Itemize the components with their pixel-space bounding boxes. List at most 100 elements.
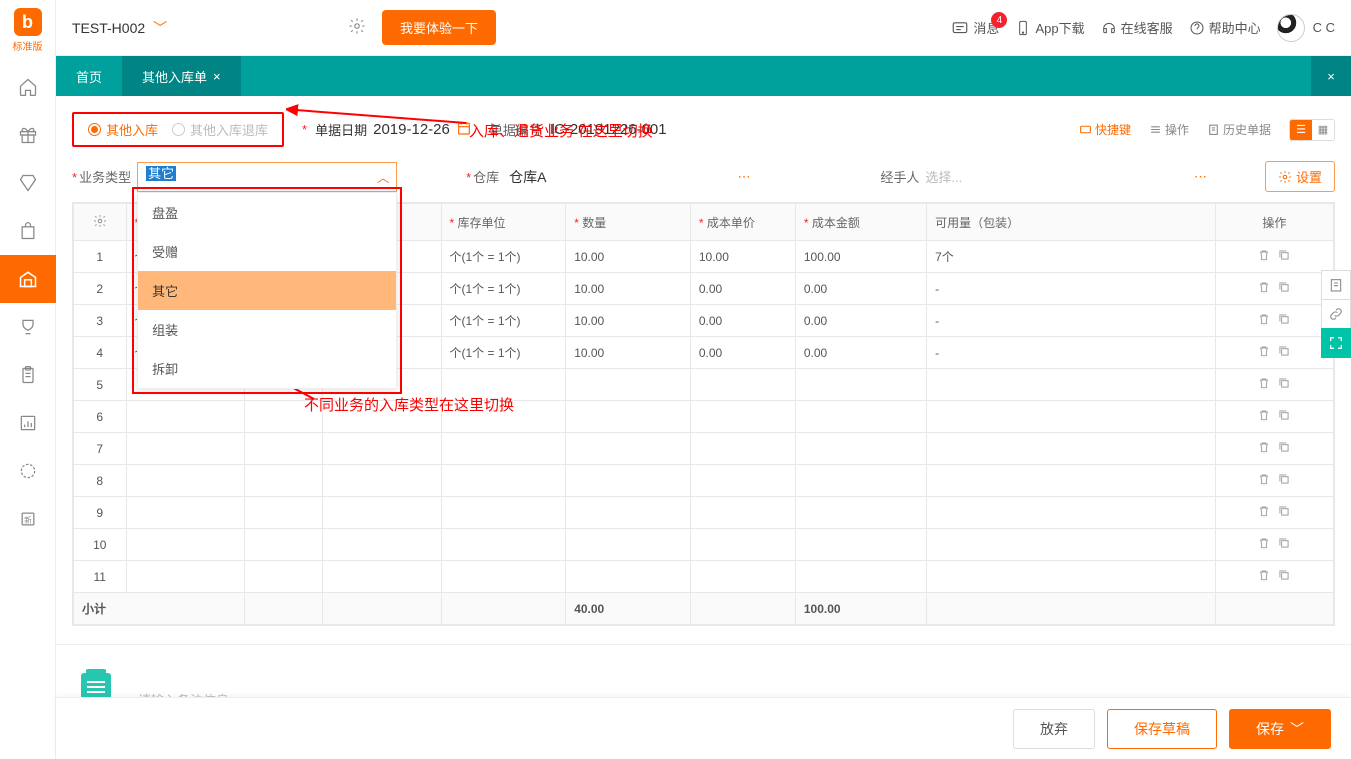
- row-copy-icon[interactable]: [1277, 283, 1291, 297]
- view-grid-button[interactable]: ▦: [1312, 120, 1334, 140]
- row-delete-icon[interactable]: [1257, 251, 1271, 265]
- row-delete-icon[interactable]: [1257, 571, 1271, 585]
- footer-bar: 放弃 保存草稿 保存 ﹀: [56, 697, 1351, 759]
- option-panying[interactable]: 盘盈: [138, 193, 396, 232]
- nav-new-icon[interactable]: 新: [0, 495, 56, 543]
- org-name: TEST-H002: [72, 20, 145, 36]
- float-expand-icon[interactable]: [1321, 328, 1351, 358]
- handler-field[interactable]: 经手人 选择...: [880, 167, 962, 186]
- view-toggle: ☰ ▦: [1289, 119, 1335, 141]
- save-draft-button[interactable]: 保存草稿: [1107, 709, 1217, 749]
- row-delete-icon[interactable]: [1257, 475, 1271, 489]
- nav-sync-icon[interactable]: [0, 447, 56, 495]
- row-delete-icon[interactable]: [1257, 411, 1271, 425]
- row-delete-icon[interactable]: [1257, 379, 1271, 393]
- option-zuzhuang[interactable]: 组装: [138, 310, 396, 349]
- row-copy-icon[interactable]: [1277, 347, 1291, 361]
- user-menu[interactable]: C C: [1277, 14, 1335, 42]
- row-delete-icon[interactable]: [1257, 283, 1271, 297]
- row-delete-icon[interactable]: [1257, 315, 1271, 329]
- doc-date-value: 2019-12-26: [373, 121, 450, 138]
- nav-clipboard-icon[interactable]: [0, 351, 56, 399]
- col-settings-icon[interactable]: [74, 204, 127, 241]
- view-list-button[interactable]: ☰: [1290, 120, 1312, 140]
- table-row[interactable]: 7: [74, 433, 1334, 465]
- doc-number-field: 单据编号 IC-20191226-001: [490, 120, 667, 139]
- table-row[interactable]: 8: [74, 465, 1334, 497]
- row-copy-icon[interactable]: [1277, 571, 1291, 585]
- save-button[interactable]: 保存 ﹀: [1229, 709, 1331, 749]
- nav-gift-icon[interactable]: [0, 111, 56, 159]
- row-copy-icon[interactable]: [1277, 411, 1291, 425]
- nav-bag-icon[interactable]: [0, 207, 56, 255]
- tab-other-inbound[interactable]: 其他入库单 ×: [122, 56, 241, 96]
- row-delete-icon[interactable]: [1257, 539, 1271, 553]
- tabs-close-all-icon[interactable]: ×: [1311, 56, 1351, 96]
- messages-link[interactable]: 消息 4: [951, 18, 999, 37]
- calendar-icon[interactable]: [456, 120, 472, 139]
- row-delete-icon[interactable]: [1257, 347, 1271, 361]
- radio-other-inbound[interactable]: 其他入库: [88, 120, 158, 139]
- content-area: 其他入库 其他入库退库 * 单据日期 2019-12-26 单: [56, 96, 1351, 759]
- row-copy-icon[interactable]: [1277, 507, 1291, 521]
- messages-badge: 4: [991, 12, 1007, 28]
- row-copy-icon[interactable]: [1277, 315, 1291, 329]
- app-download-label: App下载: [1035, 18, 1084, 37]
- trial-button[interactable]: 我要体验一下: [382, 10, 496, 45]
- subtotal-row: 小计 40.00 100.00: [74, 593, 1334, 625]
- app-download-link[interactable]: App下载: [1015, 18, 1084, 37]
- discard-button[interactable]: 放弃: [1013, 709, 1095, 749]
- shortcut-link[interactable]: 快捷键: [1079, 121, 1131, 138]
- nav-warehouse-icon[interactable]: [0, 255, 56, 303]
- option-qita[interactable]: 其它: [138, 271, 396, 310]
- row-copy-icon[interactable]: [1277, 379, 1291, 393]
- warehouse-more-icon[interactable]: ⋯: [734, 169, 755, 185]
- table-row[interactable]: 6: [74, 401, 1334, 433]
- online-service-link[interactable]: 在线客服: [1101, 18, 1173, 37]
- float-link-icon[interactable]: [1321, 299, 1351, 329]
- nav-report-icon[interactable]: [0, 399, 56, 447]
- svg-text:新: 新: [24, 514, 32, 524]
- nav-diamond-icon[interactable]: [0, 159, 56, 207]
- radio-other-inbound-return[interactable]: 其他入库退库: [172, 120, 268, 139]
- tab-home[interactable]: 首页: [56, 56, 122, 96]
- col-ops: 操作: [1215, 204, 1333, 241]
- table-row[interactable]: 10: [74, 529, 1334, 561]
- help-center-link[interactable]: 帮助中心: [1189, 18, 1261, 37]
- logo: b 标准版: [13, 8, 43, 53]
- subtotal-amount: 100.00: [795, 593, 926, 625]
- row-copy-icon[interactable]: [1277, 443, 1291, 457]
- nav-money-icon[interactable]: [0, 303, 56, 351]
- row-delete-icon[interactable]: [1257, 443, 1271, 457]
- option-chaixie[interactable]: 拆卸: [138, 349, 396, 388]
- settings-button[interactable]: 设置: [1265, 161, 1335, 192]
- nav-home-icon[interactable]: [0, 63, 56, 111]
- operate-link[interactable]: 操作: [1149, 121, 1189, 138]
- history-link[interactable]: 历史单据: [1207, 121, 1271, 138]
- row-copy-icon[interactable]: [1277, 251, 1291, 265]
- chevron-up-icon: ︿: [377, 169, 389, 186]
- table-row[interactable]: 11: [74, 561, 1334, 593]
- inbound-type-radio-group: 其他入库 其他入库退库: [72, 112, 284, 147]
- tab-close-icon[interactable]: ×: [213, 69, 221, 84]
- handler-more-icon[interactable]: ⋯: [1190, 169, 1211, 185]
- org-settings-icon[interactable]: [348, 17, 366, 38]
- business-type-select[interactable]: 其它 ︿ 盘盈 受赠 其它 组装 拆卸: [137, 162, 397, 192]
- row-copy-icon[interactable]: [1277, 475, 1291, 489]
- col-available: 可用量（包装）: [927, 204, 1216, 241]
- row-delete-icon[interactable]: [1257, 507, 1271, 521]
- business-type-dropdown: 盘盈 受赠 其它 组装 拆卸: [137, 192, 397, 389]
- col-unit: 库存单位: [441, 204, 566, 241]
- business-type-field: *业务类型 其它 ︿ 盘盈 受赠 其它 组装 拆卸: [72, 162, 397, 192]
- doc-date-field[interactable]: * 单据日期 2019-12-26: [302, 120, 472, 139]
- subtotal-qty: 40.00: [566, 593, 691, 625]
- top-header: TEST-H002 ﹀ 我要体验一下 消息 4 App下载 在线客服: [56, 0, 1351, 56]
- org-selector[interactable]: TEST-H002 ﹀: [72, 18, 332, 38]
- row-copy-icon[interactable]: [1277, 539, 1291, 553]
- warehouse-field[interactable]: *仓库 仓库A: [466, 167, 546, 187]
- table-row[interactable]: 9: [74, 497, 1334, 529]
- float-note-icon[interactable]: [1321, 270, 1351, 300]
- chevron-down-icon: ﹀: [153, 18, 167, 38]
- col-price: 成本单价: [690, 204, 795, 241]
- option-shouzeng[interactable]: 受赠: [138, 232, 396, 271]
